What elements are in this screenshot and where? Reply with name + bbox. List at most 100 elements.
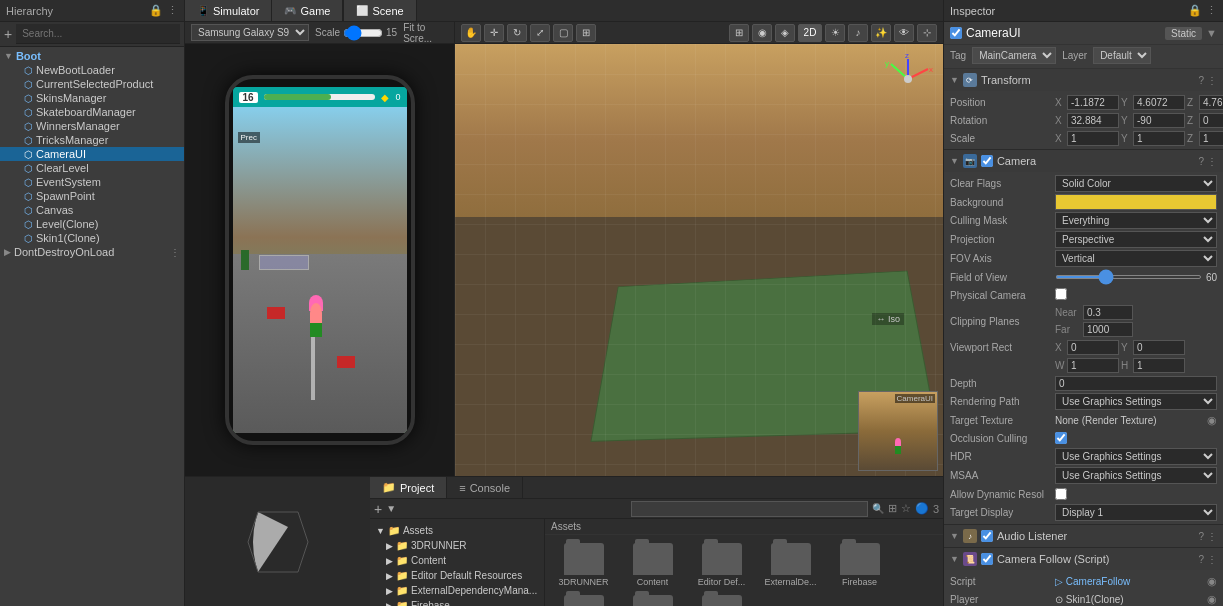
move-tool-btn[interactable]: ✛ (484, 24, 504, 42)
hierarchy-lock-icon[interactable]: 🔒 (149, 4, 163, 17)
audio-btn[interactable]: ♪ (848, 24, 868, 42)
tree-assets-3drunner[interactable]: ▶ 📁 3DRUNNER (370, 538, 544, 553)
fov-slider[interactable] (1055, 275, 1202, 279)
tree-item-canvas[interactable]: ⬡ Canvas (0, 203, 184, 217)
far-input[interactable]: 1000 (1083, 322, 1133, 337)
follow-menu-icon[interactable]: ⋮ (1207, 554, 1217, 565)
audio-info-icon[interactable]: ? (1198, 531, 1204, 542)
camera-enabled-checkbox[interactable] (981, 155, 993, 167)
asset-item-firebase[interactable]: Firebase (827, 541, 892, 589)
viewport-w-input[interactable]: 1 (1067, 358, 1119, 373)
asset-item-scenes[interactable]: Scenes (620, 593, 685, 606)
audio-listener-header[interactable]: ▼ ♪ Audio Listener ? ⋮ (944, 525, 1223, 547)
tag-select[interactable]: MainCamera (972, 47, 1056, 64)
rotation-y-input[interactable]: -90 (1133, 113, 1185, 128)
follow-enabled-checkbox[interactable] (981, 553, 993, 565)
tree-item-cameraui[interactable]: ⬡ CameraUI (0, 147, 184, 161)
position-x-input[interactable]: -1.1872 (1067, 95, 1119, 110)
near-input[interactable]: 0.3 (1083, 305, 1133, 320)
occlusion-culling-checkbox[interactable] (1055, 432, 1067, 444)
projection-select[interactable]: Perspective (1055, 231, 1217, 248)
hierarchy-search-input[interactable] (16, 24, 180, 44)
tree-item-eventsystem[interactable]: ⬡ EventSystem (0, 175, 184, 189)
rotation-z-input[interactable]: 0 (1199, 113, 1223, 128)
layer-select[interactable]: Default (1093, 47, 1151, 64)
transform-info-icon[interactable]: ? (1198, 75, 1204, 86)
assets-toolbar-icon1[interactable]: ⊞ (888, 502, 897, 515)
assets-search-input[interactable] (631, 501, 868, 517)
depth-input[interactable]: 0 (1055, 376, 1217, 391)
tree-item-winnersmanager[interactable]: ⬡ WinnersManager (0, 119, 184, 133)
position-y-input[interactable]: 4.6072 (1133, 95, 1185, 110)
script-circle-icon[interactable]: ◉ (1207, 575, 1217, 588)
background-color-picker[interactable] (1055, 194, 1217, 210)
target-texture-circle-icon[interactable]: ◉ (1207, 414, 1217, 427)
tree-item-skateboardmanager[interactable]: ⬡ SkateboardManager (0, 105, 184, 119)
assets-toolbar-icon2[interactable]: ☆ (901, 502, 911, 515)
render-btn[interactable]: ◈ (775, 24, 795, 42)
hand-tool-btn[interactable]: ✋ (461, 24, 481, 42)
hierarchy-menu-icon[interactable]: ⋮ (167, 4, 178, 17)
tree-assets-root[interactable]: ▼ 📁 Assets (370, 523, 544, 538)
fx-btn[interactable]: ✨ (871, 24, 891, 42)
tree-item-menu-icon[interactable]: ⋮ (170, 247, 180, 258)
player-circle-icon[interactable]: ◉ (1207, 593, 1217, 606)
viewport-x-input[interactable]: 0 (1067, 340, 1119, 355)
tree-item-skinsmanager[interactable]: ⬡ SkinsManager (0, 91, 184, 105)
tree-assets-editordefault[interactable]: ▶ 📁 Editor Default Resources (370, 568, 544, 583)
follow-info-icon[interactable]: ? (1198, 554, 1204, 565)
viewport-h-input[interactable]: 1 (1133, 358, 1185, 373)
audio-menu-icon[interactable]: ⋮ (1207, 531, 1217, 542)
viewport-y-input[interactable]: 0 (1133, 340, 1185, 355)
tree-item-skin1clone[interactable]: ⬡ Skin1(Clone) (0, 231, 184, 245)
camera-menu-icon[interactable]: ⋮ (1207, 156, 1217, 167)
clear-flags-select[interactable]: Solid Color (1055, 175, 1217, 192)
camera-follow-header[interactable]: ▼ 📜 Camera Follow (Script) ? ⋮ (944, 548, 1223, 570)
asset-item-externalde[interactable]: ExternalDe... (758, 541, 823, 589)
camera-info-icon[interactable]: ? (1198, 156, 1204, 167)
tree-assets-externaldep[interactable]: ▶ 📁 ExternalDependencyMana... (370, 583, 544, 598)
scene-view-btn[interactable]: 👁 (894, 24, 914, 42)
allow-dynamic-resol-checkbox[interactable] (1055, 488, 1067, 500)
tab-simulator[interactable]: 📱 Simulator (185, 0, 272, 21)
lighting-btn[interactable]: ☀ (825, 24, 845, 42)
tree-item-newbootloader[interactable]: ⬡ NewBootLoader (0, 63, 184, 77)
transform-menu-icon[interactable]: ⋮ (1207, 75, 1217, 86)
fov-axis-select[interactable]: Vertical (1055, 250, 1217, 267)
hdr-select[interactable]: Use Graphics Settings (1055, 448, 1217, 465)
hierarchy-add-btn[interactable]: + (4, 26, 12, 42)
scale-y-input[interactable]: 1 (1133, 131, 1185, 146)
tree-assets-content[interactable]: ▶ 📁 Content (370, 553, 544, 568)
inspector-lock-icon[interactable]: 🔒 (1188, 4, 1202, 17)
scale-x-input[interactable]: 1 (1067, 131, 1119, 146)
object-name-input[interactable] (966, 26, 1161, 40)
object-enabled-checkbox[interactable] (950, 27, 962, 39)
assets-add-btn[interactable]: + (374, 501, 382, 517)
tree-item-spawnpoint[interactable]: ⬡ SpawnPoint (0, 189, 184, 203)
msaa-select[interactable]: Use Graphics Settings (1055, 467, 1217, 484)
position-z-input[interactable]: 4.7683 (1199, 95, 1223, 110)
target-display-select[interactable]: Display 1 (1055, 504, 1217, 521)
tree-item-levelclone[interactable]: ⬡ Level(Clone) (0, 217, 184, 231)
asset-item-content[interactable]: Content (620, 541, 685, 589)
asset-item-editordef[interactable]: Editor Def... (689, 541, 754, 589)
gizmo-btn[interactable]: ◉ (752, 24, 772, 42)
scale-slider[interactable] (343, 25, 383, 41)
rotate-tool-btn[interactable]: ↻ (507, 24, 527, 42)
tree-item-clearlevel[interactable]: ⬡ ClearLevel (0, 161, 184, 175)
tree-item-dontdestroyonload[interactable]: ▶ DontDestroyOnLoad ⋮ (0, 245, 184, 259)
gizmos-btn[interactable]: ⊹ (917, 24, 937, 42)
2d-btn[interactable]: 2D (798, 24, 822, 42)
static-dropdown-icon[interactable]: ▼ (1206, 27, 1217, 39)
scale-z-input[interactable]: 1 (1199, 131, 1223, 146)
rotation-x-input[interactable]: 32.884 (1067, 113, 1119, 128)
scene-content[interactable]: x y z ↔ Iso CameraUI (455, 44, 943, 476)
asset-item-shared[interactable]: Shared (689, 593, 754, 606)
tab-game[interactable]: 🎮 Game (272, 0, 343, 21)
rect-tool-btn[interactable]: ▢ (553, 24, 573, 42)
tab-project[interactable]: 📁 Project (370, 477, 447, 498)
tree-assets-firebase[interactable]: ▶ 📁 Firebase (370, 598, 544, 606)
asset-item-3drunner[interactable]: 3DRUNNER (551, 541, 616, 589)
inspector-menu-icon[interactable]: ⋮ (1206, 4, 1217, 17)
tree-item-boot[interactable]: ▼ Boot (0, 49, 184, 63)
